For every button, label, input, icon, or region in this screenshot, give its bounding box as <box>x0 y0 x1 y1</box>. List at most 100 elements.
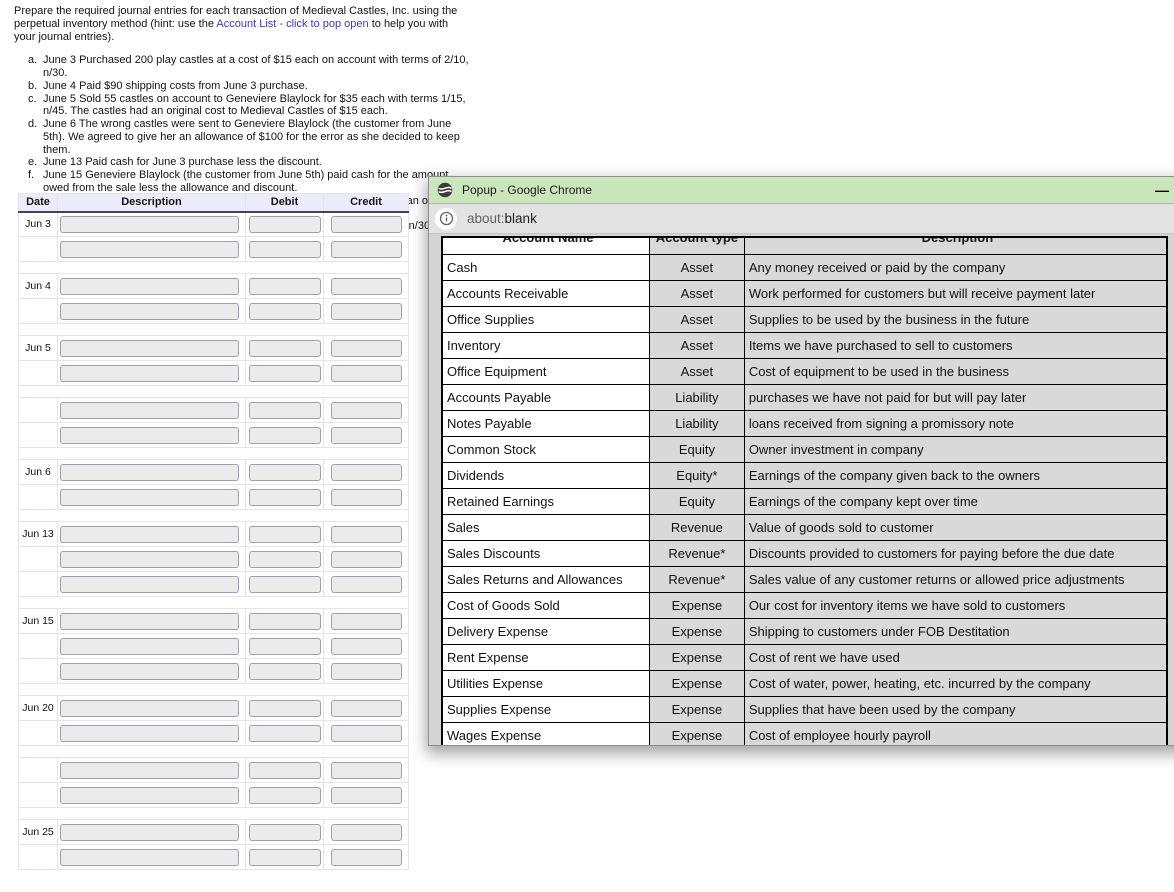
journal-spacer-row <box>18 745 409 758</box>
journal-row: Jun 4 <box>18 273 409 299</box>
popup-titlebar[interactable]: Popup - Google Chrome — <box>429 177 1174 204</box>
account-name-cell: Cost of Goods Sold <box>441 592 650 619</box>
journal-debit-input[interactable] <box>248 339 321 357</box>
item-letter: c. <box>28 92 37 105</box>
journal-debit-input[interactable] <box>248 550 321 568</box>
journal-debit-input[interactable] <box>248 401 321 419</box>
journal-desc-input[interactable] <box>60 426 239 444</box>
journal-credit-input[interactable] <box>331 848 402 866</box>
journal-credit-input[interactable] <box>331 364 402 382</box>
account-desc-cell: Earnings of the company given back to th… <box>743 462 1168 489</box>
journal-credit-input[interactable] <box>331 550 402 568</box>
account-desc-cell: Cost of employee hourly payroll <box>743 722 1168 745</box>
journal-credit-input[interactable] <box>331 463 402 481</box>
journal-debit-input[interactable] <box>248 786 321 804</box>
journal-debit-input[interactable] <box>248 662 321 680</box>
journal-credit-input[interactable] <box>331 823 402 841</box>
journal-debit-input[interactable] <box>248 637 321 655</box>
journal-date-label: Jun 13 <box>18 521 58 547</box>
journal-credit-input[interactable] <box>331 575 402 593</box>
item-letter: a. <box>28 54 38 67</box>
journal-credit-input[interactable] <box>331 426 402 444</box>
journal-debit-input[interactable] <box>248 699 321 717</box>
journal-credit-input[interactable] <box>331 637 402 655</box>
journal-desc-input[interactable] <box>60 823 239 841</box>
journal-row <box>18 782 409 808</box>
account-type-cell: Expense <box>648 644 745 671</box>
journal-desc-input[interactable] <box>60 699 239 717</box>
journal-debit-input[interactable] <box>248 575 321 593</box>
url-rest: blank <box>504 211 537 226</box>
journal-desc-input[interactable] <box>60 240 239 258</box>
journal-desc-input[interactable] <box>60 302 239 320</box>
journal-debit-input[interactable] <box>248 215 321 233</box>
journal-desc-input[interactable] <box>60 761 239 779</box>
info-icon[interactable] <box>435 207 457 230</box>
journal-row <box>18 757 409 783</box>
journal-date-label: Jun 20 <box>18 695 58 721</box>
list-item: b. June 4 Paid $90 shipping costs from Ju… <box>28 80 470 93</box>
journal-debit-input[interactable] <box>248 463 321 481</box>
journal-desc-input[interactable] <box>60 550 239 568</box>
journal-credit-input[interactable] <box>331 525 402 543</box>
journal-desc-input[interactable] <box>60 525 239 543</box>
journal-desc-input[interactable] <box>60 637 239 655</box>
journal-credit-input[interactable] <box>331 339 402 357</box>
journal-credit-input[interactable] <box>331 215 402 233</box>
journal-debit-input[interactable] <box>248 823 321 841</box>
account-list-link[interactable]: Account List - click to pop open <box>216 18 368 30</box>
popup-title: Popup - Google Chrome <box>462 183 593 197</box>
account-name-cell: Inventory <box>441 332 650 359</box>
journal-row: Jun 20 <box>18 695 409 721</box>
journal-desc-input[interactable] <box>60 215 239 233</box>
journal-credit-input[interactable] <box>331 612 402 630</box>
journal-debit-input[interactable] <box>248 277 321 295</box>
journal-desc-input[interactable] <box>60 786 239 804</box>
journal-desc-input[interactable] <box>60 848 239 866</box>
journal-debit-input[interactable] <box>248 761 321 779</box>
minimize-button[interactable]: — <box>1151 179 1173 201</box>
journal-desc-input[interactable] <box>60 339 239 357</box>
journal-debit-input[interactable] <box>248 612 321 630</box>
url-field[interactable]: about:blank <box>467 211 537 226</box>
journal-debit-input[interactable] <box>248 488 321 506</box>
journal-debit-input[interactable] <box>248 302 321 320</box>
journal-credit-input[interactable] <box>331 761 402 779</box>
journal-debit-input[interactable] <box>248 364 321 382</box>
journal-debit-input[interactable] <box>248 724 321 742</box>
account-row: Delivery Expense Expense Shipping to custo… <box>441 618 1168 645</box>
journal-desc-input[interactable] <box>60 612 239 630</box>
journal-desc-input[interactable] <box>60 724 239 742</box>
journal-credit-input[interactable] <box>331 277 402 295</box>
journal-desc-input[interactable] <box>60 401 239 419</box>
journal-row <box>18 484 409 510</box>
journal-credit-input[interactable] <box>331 302 402 320</box>
journal-desc-input[interactable] <box>60 364 239 382</box>
popup-address-bar: about:blank <box>429 204 1174 234</box>
journal-credit-input[interactable] <box>331 699 402 717</box>
journal-credit-input[interactable] <box>331 724 402 742</box>
journal-desc-input[interactable] <box>60 277 239 295</box>
journal-credit-input[interactable] <box>331 240 402 258</box>
journal-debit-input[interactable] <box>248 240 321 258</box>
journal-debit-input[interactable] <box>248 848 321 866</box>
journal-header-description: Description <box>57 193 246 213</box>
journal-credit-input[interactable] <box>331 401 402 419</box>
list-item: d. June 6 The wrong castles were sent to … <box>28 118 470 156</box>
url-scheme: about: <box>467 211 505 226</box>
journal-date-label: Jun 6 <box>18 459 58 485</box>
journal-date-label: Jun 4 <box>18 273 58 299</box>
journal-row: Jun 6 <box>18 459 409 485</box>
journal-row <box>18 633 409 659</box>
journal-desc-input[interactable] <box>60 575 239 593</box>
journal-credit-input[interactable] <box>331 662 402 680</box>
journal-debit-input[interactable] <box>248 525 321 543</box>
account-row: Accounts Receivable Asset Work performed f… <box>441 280 1168 307</box>
journal-debit-input[interactable] <box>248 426 321 444</box>
journal-desc-input[interactable] <box>60 463 239 481</box>
journal-desc-input[interactable] <box>60 488 239 506</box>
journal-credit-input[interactable] <box>331 488 402 506</box>
journal-credit-input[interactable] <box>331 786 402 804</box>
item-text: June 3 Purchased 200 play castles at a c… <box>43 54 469 79</box>
journal-desc-input[interactable] <box>60 662 239 680</box>
